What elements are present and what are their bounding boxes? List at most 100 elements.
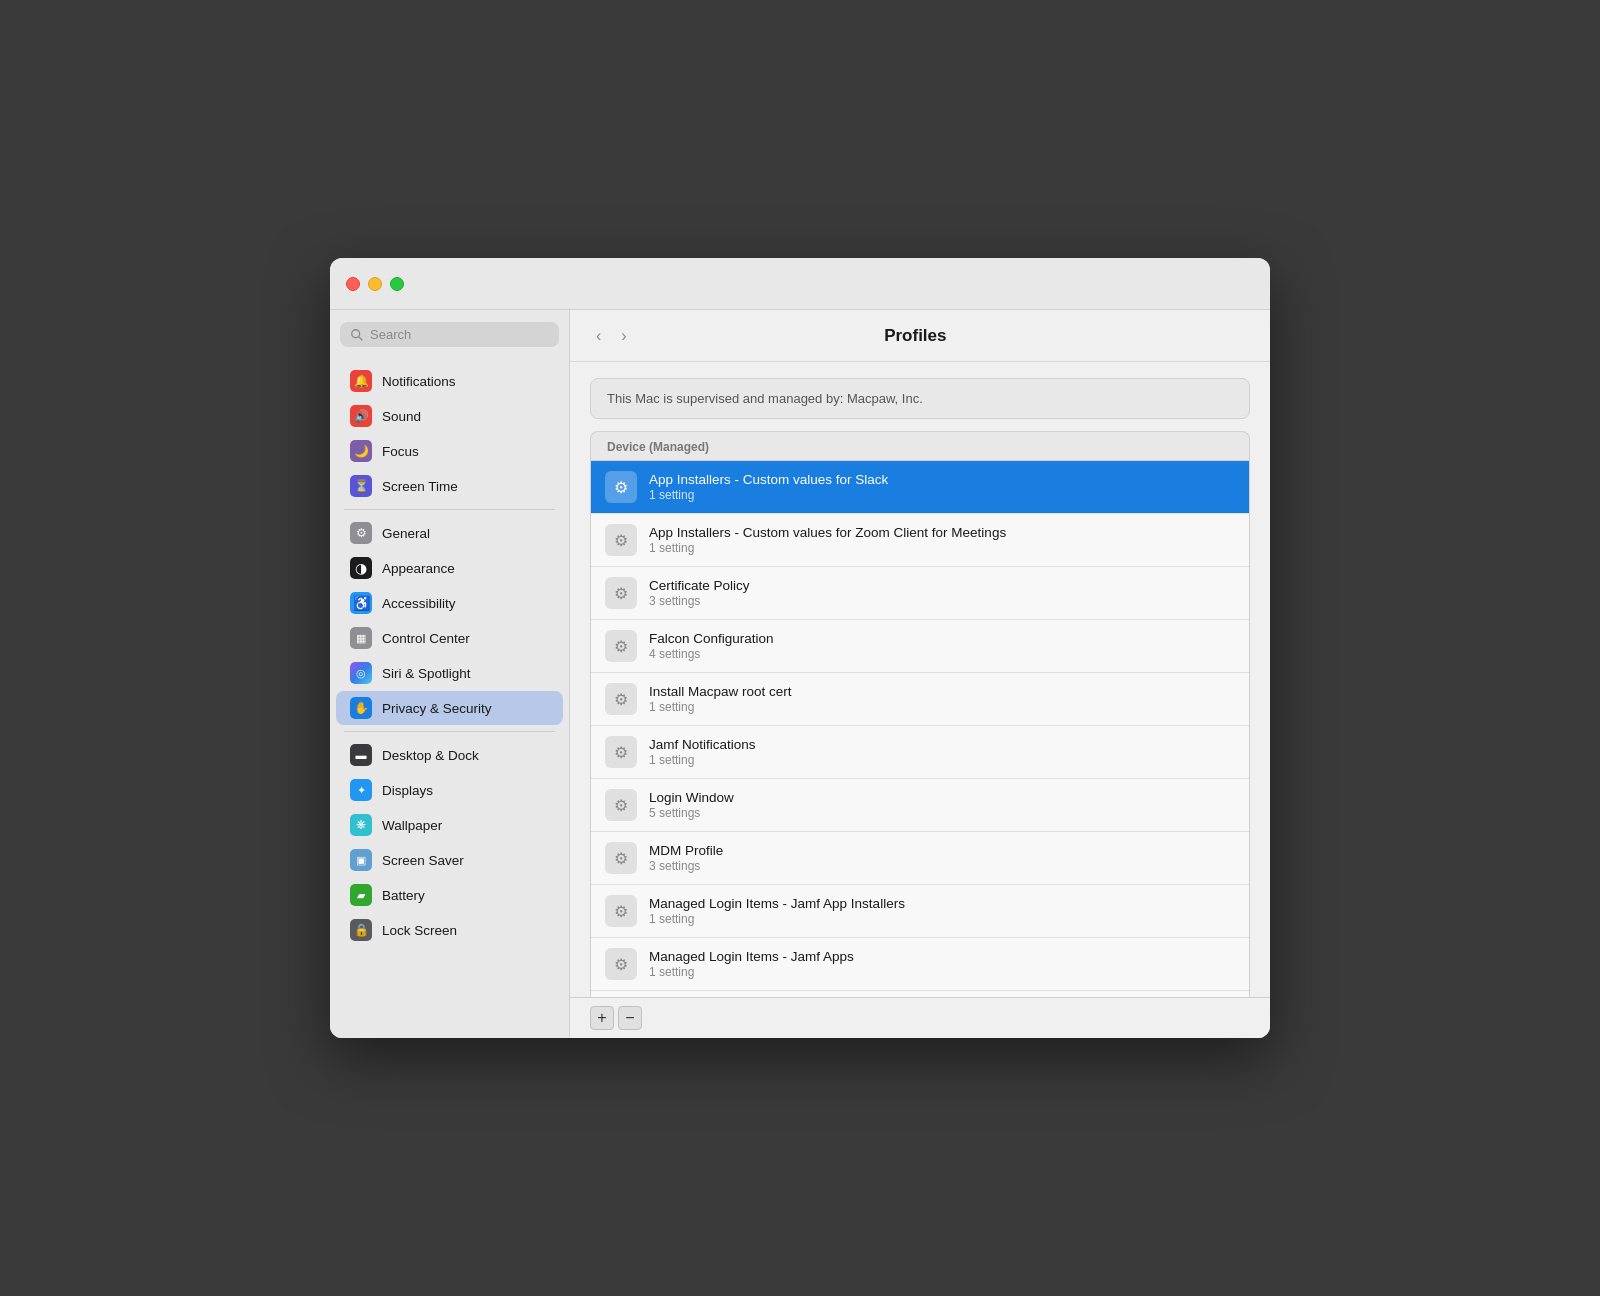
back-button[interactable]: ‹ xyxy=(590,324,607,348)
profile-sub: 5 settings xyxy=(649,806,734,820)
profile-item[interactable]: ⚙ Install Macpaw root cert 1 setting xyxy=(591,673,1249,726)
maximize-button[interactable] xyxy=(390,277,404,291)
sidebar-item-focus[interactable]: 🌙 Focus xyxy=(336,434,563,468)
forward-button[interactable]: › xyxy=(615,324,632,348)
profile-sub: 3 settings xyxy=(649,594,750,608)
sidebar-item-appearance[interactable]: ◑ Appearance xyxy=(336,551,563,585)
sidebar-item-accessibility[interactable]: ♿ Accessibility xyxy=(336,586,563,620)
profile-text: Falcon Configuration 4 settings xyxy=(649,631,774,661)
search-input[interactable] xyxy=(370,327,549,342)
profile-item[interactable]: ⚙ Login Window 5 settings xyxy=(591,779,1249,832)
profile-gear-icon: ⚙ xyxy=(605,736,637,768)
sidebar-label-desktop-dock: Desktop & Dock xyxy=(382,748,479,763)
wallpaper-icon: ❋ xyxy=(350,814,372,836)
profile-name: App Installers - Custom values for Slack xyxy=(649,472,888,487)
sidebar-item-control-center[interactable]: ▦ Control Center xyxy=(336,621,563,655)
sidebar: 🔔 Notifications 🔊 Sound 🌙 Focus ⏳ Screen… xyxy=(330,310,570,1038)
profile-gear-icon: ⚙ xyxy=(605,577,637,609)
displays-icon: ✦ xyxy=(350,779,372,801)
sidebar-label-privacy-security: Privacy & Security xyxy=(382,701,492,716)
sidebar-label-notifications: Notifications xyxy=(382,374,456,389)
sidebar-item-wallpaper[interactable]: ❋ Wallpaper xyxy=(336,808,563,842)
profile-item[interactable]: ⚙ Managed Login Items - Jamf Apps 1 sett… xyxy=(591,938,1249,991)
sidebar-item-privacy-security[interactable]: ✋ Privacy & Security xyxy=(336,691,563,725)
panel-title: Profiles xyxy=(641,326,1190,346)
supervised-text: This Mac is supervised and managed by: M… xyxy=(607,391,923,406)
remove-profile-button[interactable]: − xyxy=(618,1006,642,1030)
screen-time-icon: ⏳ xyxy=(350,475,372,497)
profile-name: MDM Profile xyxy=(649,843,723,858)
profile-sub: 4 settings xyxy=(649,647,774,661)
traffic-lights xyxy=(346,277,404,291)
sidebar-item-screen-saver[interactable]: ▣ Screen Saver xyxy=(336,843,563,877)
panel-content: This Mac is supervised and managed by: M… xyxy=(570,362,1270,997)
sidebar-label-focus: Focus xyxy=(382,444,419,459)
sidebar-item-general[interactable]: ⚙ General xyxy=(336,516,563,550)
sidebar-item-notifications[interactable]: 🔔 Notifications xyxy=(336,364,563,398)
profile-sub: 1 setting xyxy=(649,488,888,502)
profile-gear-icon: ⚙ xyxy=(605,789,637,821)
profile-gear-icon: ⚙ xyxy=(605,895,637,927)
search-bar[interactable] xyxy=(340,322,559,347)
svg-point-0 xyxy=(352,329,360,337)
desktop-dock-icon: ▬ xyxy=(350,744,372,766)
divider-2 xyxy=(344,731,555,732)
settings-window: 🔔 Notifications 🔊 Sound 🌙 Focus ⏳ Screen… xyxy=(330,258,1270,1038)
profile-gear-icon: ⚙ xyxy=(605,842,637,874)
profile-gear-icon: ⚙ xyxy=(605,524,637,556)
appearance-icon: ◑ xyxy=(350,557,372,579)
profile-sub: 1 setting xyxy=(649,700,792,714)
profile-item[interactable]: ⚙ Certificate Policy 3 settings xyxy=(591,567,1249,620)
sidebar-item-battery[interactable]: ▰ Battery xyxy=(336,878,563,912)
profile-text: Login Window 5 settings xyxy=(649,790,734,820)
profile-item[interactable]: ⚙ Jamf Notifications 1 setting xyxy=(591,726,1249,779)
sidebar-item-siri-spotlight[interactable]: ◎ Siri & Spotlight xyxy=(336,656,563,690)
divider-1 xyxy=(344,509,555,510)
main-panel: ‹ › Profiles This Mac is supervised and … xyxy=(570,310,1270,1038)
sidebar-label-wallpaper: Wallpaper xyxy=(382,818,442,833)
sidebar-label-sound: Sound xyxy=(382,409,421,424)
profile-name: Falcon Configuration xyxy=(649,631,774,646)
control-center-icon: ▦ xyxy=(350,627,372,649)
sidebar-item-sound[interactable]: 🔊 Sound xyxy=(336,399,563,433)
profile-item[interactable]: ⚙ App Installers - Custom values for Sla… xyxy=(591,461,1249,514)
profiles-list: ⚙ App Installers - Custom values for Sla… xyxy=(590,460,1250,997)
focus-icon: 🌙 xyxy=(350,440,372,462)
close-button[interactable] xyxy=(346,277,360,291)
profile-text: Managed Login Items - Jamf App Installer… xyxy=(649,896,905,926)
profile-text: MDM Profile 3 settings xyxy=(649,843,723,873)
profile-name: Login Window xyxy=(649,790,734,805)
profile-name: Managed Login Items - Jamf Apps xyxy=(649,949,854,964)
battery-icon: ▰ xyxy=(350,884,372,906)
privacy-security-icon: ✋ xyxy=(350,697,372,719)
sidebar-label-screen-saver: Screen Saver xyxy=(382,853,464,868)
sidebar-label-battery: Battery xyxy=(382,888,425,903)
sidebar-label-lock-screen: Lock Screen xyxy=(382,923,457,938)
profile-sub: 1 setting xyxy=(649,753,756,767)
profile-name: App Installers - Custom values for Zoom … xyxy=(649,525,1006,540)
sidebar-item-desktop-dock[interactable]: ▬ Desktop & Dock xyxy=(336,738,563,772)
profile-item[interactable]: ⚙ MDM Profile 3 settings xyxy=(591,832,1249,885)
minimize-button[interactable] xyxy=(368,277,382,291)
profile-text: Managed Login Items - Jamf Apps 1 settin… xyxy=(649,949,854,979)
sidebar-item-displays[interactable]: ✦ Displays xyxy=(336,773,563,807)
titlebar xyxy=(330,258,1270,310)
profile-name: Install Macpaw root cert xyxy=(649,684,792,699)
content-area: 🔔 Notifications 🔊 Sound 🌙 Focus ⏳ Screen… xyxy=(330,310,1270,1038)
profile-text: Certificate Policy 3 settings xyxy=(649,578,750,608)
profile-sub: 1 setting xyxy=(649,541,1006,555)
sidebar-label-appearance: Appearance xyxy=(382,561,455,576)
profile-name: Jamf Notifications xyxy=(649,737,756,752)
sidebar-item-screen-time[interactable]: ⏳ Screen Time xyxy=(336,469,563,503)
profile-item[interactable]: ⚙ Falcon Configuration 4 settings xyxy=(591,620,1249,673)
bottom-bar: + − xyxy=(570,997,1270,1038)
add-profile-button[interactable]: + xyxy=(590,1006,614,1030)
sidebar-list: 🔔 Notifications 🔊 Sound 🌙 Focus ⏳ Screen… xyxy=(330,359,569,1038)
sidebar-item-lock-screen[interactable]: 🔒 Lock Screen xyxy=(336,913,563,947)
profile-item[interactable]: ⚙ App Installers - Custom values for Zoo… xyxy=(591,514,1249,567)
profile-sub: 1 setting xyxy=(649,912,905,926)
profile-gear-icon: ⚙ xyxy=(605,683,637,715)
sidebar-label-accessibility: Accessibility xyxy=(382,596,456,611)
profile-sub: 3 settings xyxy=(649,859,723,873)
profile-item[interactable]: ⚙ Managed Login Items - Jamf App Install… xyxy=(591,885,1249,938)
